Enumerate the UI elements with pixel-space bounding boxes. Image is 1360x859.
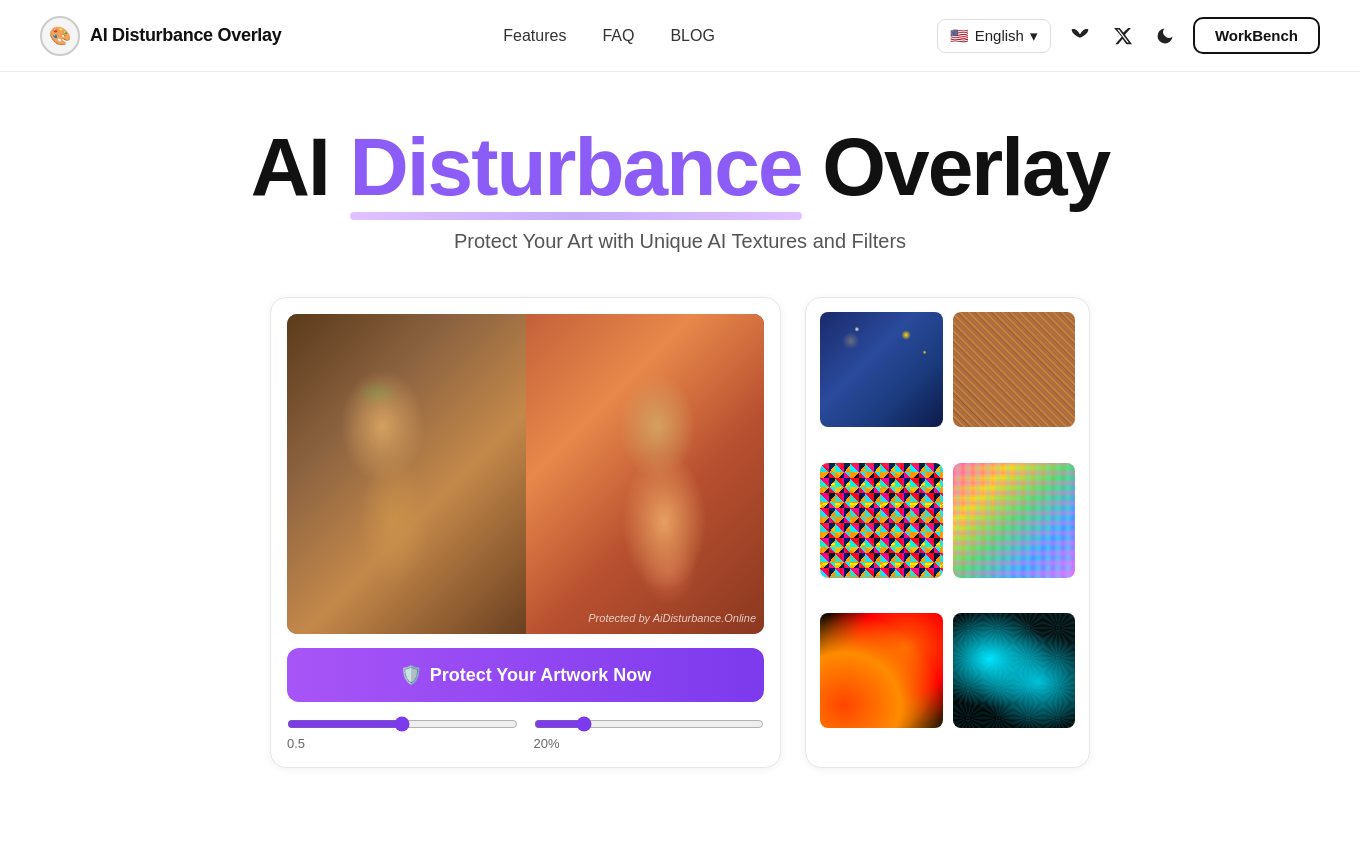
slider2-value: 20% (534, 736, 765, 751)
intensity-slider[interactable] (287, 716, 518, 732)
logo-text: AI Disturbance Overlay (90, 25, 281, 46)
watermark-text: Protected by AiDisturbance.Online (588, 612, 756, 624)
protect-icon: 🛡️ (400, 664, 422, 686)
protect-label: Protect Your Artwork Now (430, 665, 652, 686)
coverage-slider[interactable] (534, 716, 765, 732)
texture-starry-night[interactable] (820, 312, 943, 427)
sliders-container: 0.5 20% (287, 716, 764, 751)
logo-area[interactable]: 🎨 AI Disturbance Overlay (40, 16, 281, 56)
main-nav: Features FAQ BLOG (503, 27, 715, 45)
texture-grid (805, 297, 1090, 768)
hero-title-purple: Disturbance (350, 122, 802, 212)
original-image (287, 314, 526, 634)
nav-blog[interactable]: BLOG (670, 27, 714, 45)
language-selector[interactable]: 🇺🇸 English ▾ (937, 19, 1051, 53)
flag-icon: 🇺🇸 (950, 27, 969, 45)
slider1-value: 0.5 (287, 736, 518, 751)
texture-colorful-noise[interactable] (820, 463, 943, 578)
artwork-preview: Protected by AiDisturbance.Online (287, 314, 764, 634)
texture-fire[interactable] (820, 613, 943, 728)
texture-pointillism[interactable] (953, 312, 1076, 427)
butterfly-icon (1069, 26, 1091, 46)
x-twitter-icon (1113, 26, 1133, 46)
nav-faq[interactable]: FAQ (602, 27, 634, 45)
hero-subtitle: Protect Your Art with Unique AI Textures… (454, 230, 906, 253)
texture-black-swirls[interactable] (953, 613, 1076, 728)
protected-image: Protected by AiDisturbance.Online (526, 314, 765, 634)
butterfly-icon-button[interactable] (1065, 22, 1095, 50)
moon-icon (1155, 26, 1175, 46)
chevron-down-icon: ▾ (1030, 27, 1038, 45)
figure-right (526, 314, 765, 634)
slider1-group: 0.5 (287, 716, 518, 751)
split-image: Protected by AiDisturbance.Online (287, 314, 764, 634)
theme-toggle-button[interactable] (1151, 22, 1179, 50)
language-label: English (975, 27, 1024, 44)
header-right: 🇺🇸 English ▾ WorkBench (937, 17, 1320, 54)
hero-title: AI Disturbance Overlay (251, 122, 1109, 212)
demo-container: Protected by AiDisturbance.Online 🛡️ Pro… (270, 297, 1090, 768)
texture-psychedelic[interactable] (953, 463, 1076, 578)
main-card: Protected by AiDisturbance.Online 🛡️ Pro… (270, 297, 781, 768)
logo-icon: 🎨 (40, 16, 80, 56)
hero-title-part2: Overlay (802, 121, 1110, 212)
nav-features[interactable]: Features (503, 27, 566, 45)
workbench-button[interactable]: WorkBench (1193, 17, 1320, 54)
slider2-group: 20% (534, 716, 765, 751)
figure-left (287, 314, 526, 634)
hero-title-part1: AI (251, 121, 350, 212)
protect-artwork-button[interactable]: 🛡️ Protect Your Artwork Now (287, 648, 764, 702)
x-twitter-icon-button[interactable] (1109, 22, 1137, 50)
